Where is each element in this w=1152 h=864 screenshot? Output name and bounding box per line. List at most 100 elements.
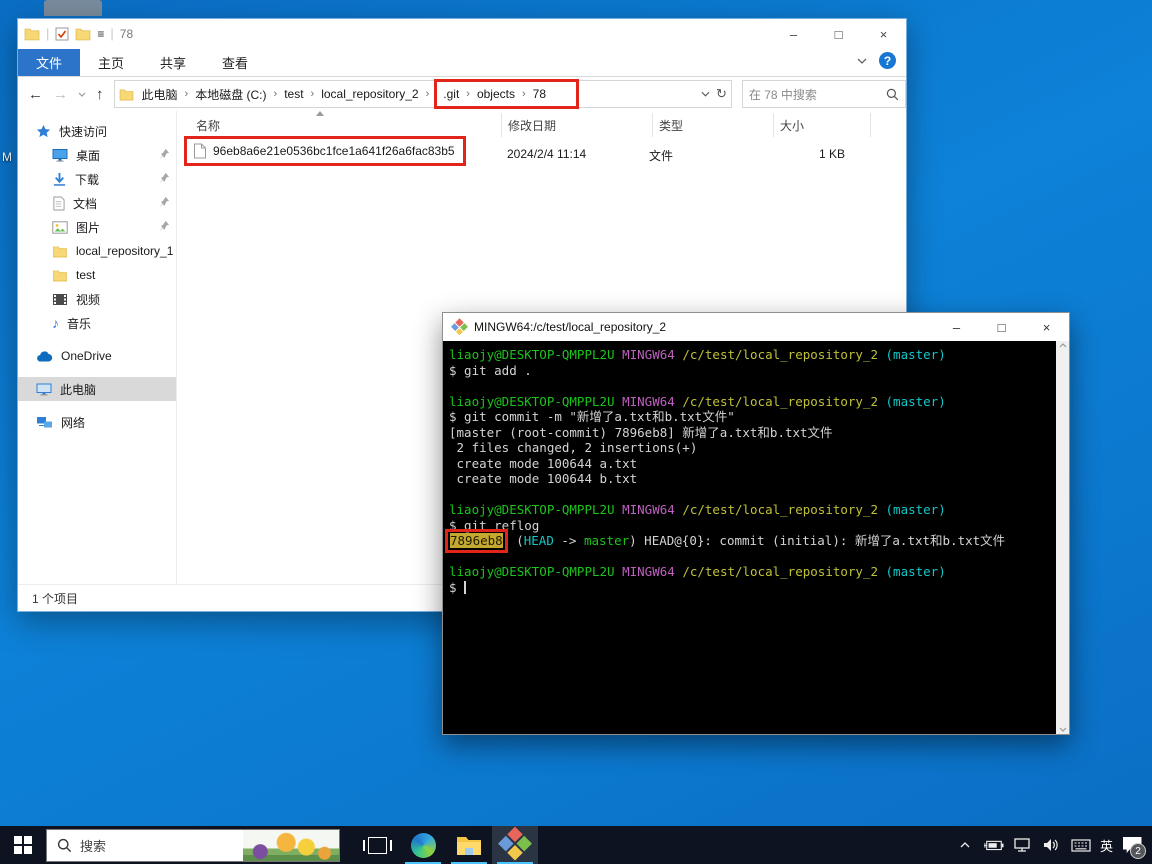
explorer-titlebar[interactable]: | ≡ | 78 – □ × xyxy=(18,19,906,49)
breadcrumb-separator-icon[interactable]: › xyxy=(308,88,318,100)
breadcrumb: 此电脑 › 本地磁盘 (C:) › test › local_repository_2 › .g… xyxy=(138,79,697,109)
minimize-button[interactable]: – xyxy=(934,313,979,341)
sidebar-item-label: 音乐 xyxy=(67,316,92,331)
help-icon[interactable]: ? xyxy=(879,52,896,69)
breadcrumb-item-5[interactable]: objects xyxy=(473,85,519,103)
breadcrumb-separator-icon[interactable]: › xyxy=(519,88,529,100)
scroll-up-icon[interactable] xyxy=(1059,343,1067,348)
terminal-text-segment: create mode 100644 a.txt xyxy=(449,455,638,471)
close-button[interactable]: × xyxy=(861,19,906,49)
breadcrumb-separator-icon[interactable]: › xyxy=(423,88,433,100)
breadcrumb-item-0[interactable]: 此电脑 xyxy=(138,84,182,105)
address-bar[interactable]: 此电脑 › 本地磁盘 (C:) › test › local_repository_2 › .g… xyxy=(113,79,732,109)
sidebar-item-network[interactable]: 网络 xyxy=(18,410,176,434)
task-view-button[interactable] xyxy=(354,826,400,864)
folder-icon xyxy=(52,245,68,258)
breadcrumb-annotation-box: .git › objects › 78 xyxy=(434,79,580,109)
menu-tab-1[interactable]: 主页 xyxy=(80,49,142,76)
properties-check-icon[interactable] xyxy=(55,27,69,41)
breadcrumb-item-2[interactable]: test xyxy=(280,85,307,103)
touch-keyboard-icon[interactable] xyxy=(1071,833,1091,857)
desktop-shortcut-label[interactable]: M xyxy=(2,150,12,164)
recent-locations-icon[interactable] xyxy=(78,92,86,97)
explorer-search-box[interactable]: 在 78 中搜索 xyxy=(741,80,906,108)
qat-customize-icon[interactable]: ≡ xyxy=(97,27,104,41)
sidebar-item-downloads[interactable]: 下载 xyxy=(18,167,176,191)
column-header-1[interactable]: 修改日期 xyxy=(502,113,653,137)
edge-button[interactable] xyxy=(400,826,446,864)
column-header-3[interactable]: 大小 xyxy=(774,113,871,137)
tray-expand-icon[interactable] xyxy=(955,833,975,857)
sidebar-item-test[interactable]: test xyxy=(18,263,176,287)
sidebar-item-onedrive[interactable]: OneDrive xyxy=(18,344,176,368)
volume-icon[interactable] xyxy=(1042,833,1062,857)
folder-icon xyxy=(52,269,68,282)
terminal-text-segment: ) HEAD@{0}: commit (initial): 新增了a.txt和b… xyxy=(629,533,1006,548)
sidebar-item-music[interactable]: ♪ 音乐 xyxy=(18,311,176,335)
terminal-line: $ git commit -m "新增了a.txt和b.txt文件" xyxy=(449,409,1056,425)
desktop-icon xyxy=(52,148,68,162)
input-method-indicator[interactable]: 英 xyxy=(1100,836,1113,855)
terminal-window-controls: – □ × xyxy=(934,313,1069,341)
breadcrumb-item-4[interactable]: .git xyxy=(439,85,463,103)
sidebar-item-label: local_repository_1 xyxy=(76,244,174,258)
breadcrumb-separator-icon[interactable]: › xyxy=(271,88,281,100)
ribbon-expand-icon[interactable] xyxy=(857,58,867,64)
sidebar-item-desktop[interactable]: 桌面 xyxy=(18,143,176,167)
item-count: 1 个项目 xyxy=(32,591,79,606)
breadcrumb-separator-icon[interactable]: › xyxy=(182,88,192,100)
back-icon[interactable]: ← xyxy=(28,86,43,103)
sidebar-item-documents[interactable]: 文档 xyxy=(18,191,176,215)
taskbar: 搜索 英 2 xyxy=(0,826,1152,864)
breadcrumb-item-3[interactable]: local_repository_2 xyxy=(317,85,422,103)
scroll-down-icon[interactable] xyxy=(1059,727,1067,732)
menu-tab-0[interactable]: 文件 xyxy=(18,49,81,76)
sidebar-item-pictures[interactable]: 图片 xyxy=(18,215,176,239)
network-icon[interactable] xyxy=(1013,833,1033,857)
column-header-2[interactable]: 类型 xyxy=(653,113,774,137)
git-bash-button[interactable] xyxy=(492,826,538,864)
maximize-button[interactable]: □ xyxy=(816,19,861,49)
address-toolbar: ← → ↑ 此电脑 › 本地磁盘 (C:) › test › local_repositor… xyxy=(18,77,906,111)
battery-icon[interactable] xyxy=(983,833,1004,857)
file-row[interactable]: 96eb8a6e21e0536bc1fce1a641f26a6fac83b5 xyxy=(184,136,466,166)
terminal-text-segment: (master) xyxy=(885,502,946,517)
breadcrumb-item-6[interactable]: 78 xyxy=(529,85,550,103)
terminal-text-segment: master xyxy=(583,533,630,548)
maximize-button[interactable]: □ xyxy=(979,313,1024,341)
new-folder-icon[interactable] xyxy=(75,27,91,41)
minimize-button[interactable]: – xyxy=(771,19,816,49)
sidebar-item-label: OneDrive xyxy=(61,349,112,363)
search-icon[interactable] xyxy=(886,88,899,101)
menu-tab-3[interactable]: 查看 xyxy=(204,49,266,76)
forward-icon[interactable]: → xyxy=(53,86,68,103)
action-center-icon[interactable]: 2 xyxy=(1122,833,1146,859)
sidebar-item-videos[interactable]: 视频 xyxy=(18,287,176,311)
close-button[interactable]: × xyxy=(1024,313,1069,341)
pin-icon xyxy=(159,196,170,207)
column-header-0[interactable]: 名称 xyxy=(196,111,502,137)
file-explorer-button[interactable] xyxy=(446,826,492,864)
start-button[interactable] xyxy=(0,826,46,864)
terminal-line: [master (root-commit) 7896eb8] 新增了a.txt和… xyxy=(449,425,1056,441)
sidebar-item-quick-access[interactable]: 快速访问 xyxy=(18,119,176,143)
address-tools: ↻ xyxy=(701,86,727,102)
quick-access-icon xyxy=(36,124,51,139)
breadcrumb-separator-icon[interactable]: › xyxy=(463,88,473,100)
up-icon[interactable]: ↑ xyxy=(96,86,104,103)
terminal-scrollbar[interactable] xyxy=(1056,341,1069,734)
menu-tab-2[interactable]: 共享 xyxy=(142,49,204,76)
terminal-text-segment: /c/test/local_repository_2 xyxy=(682,347,878,362)
separator: | xyxy=(110,26,114,41)
sidebar-item-local-repository-1[interactable]: local_repository_1 xyxy=(18,239,176,263)
sidebar-item-this-pc[interactable]: 此电脑 xyxy=(18,377,176,401)
terminal-titlebar[interactable]: MINGW64:/c/test/local_repository_2 – □ × xyxy=(443,313,1069,341)
search-highlight-image[interactable] xyxy=(243,829,339,861)
address-dropdown-icon[interactable] xyxy=(701,91,710,97)
breadcrumb-item-1[interactable]: 本地磁盘 (C:) xyxy=(191,84,270,105)
refresh-icon[interactable]: ↻ xyxy=(716,86,727,102)
taskbar-search-box[interactable]: 搜索 xyxy=(46,828,340,862)
terminal-output[interactable]: liaojy@DESKTOP-QMPPL2U MINGW64 /c/test/l… xyxy=(443,341,1056,734)
